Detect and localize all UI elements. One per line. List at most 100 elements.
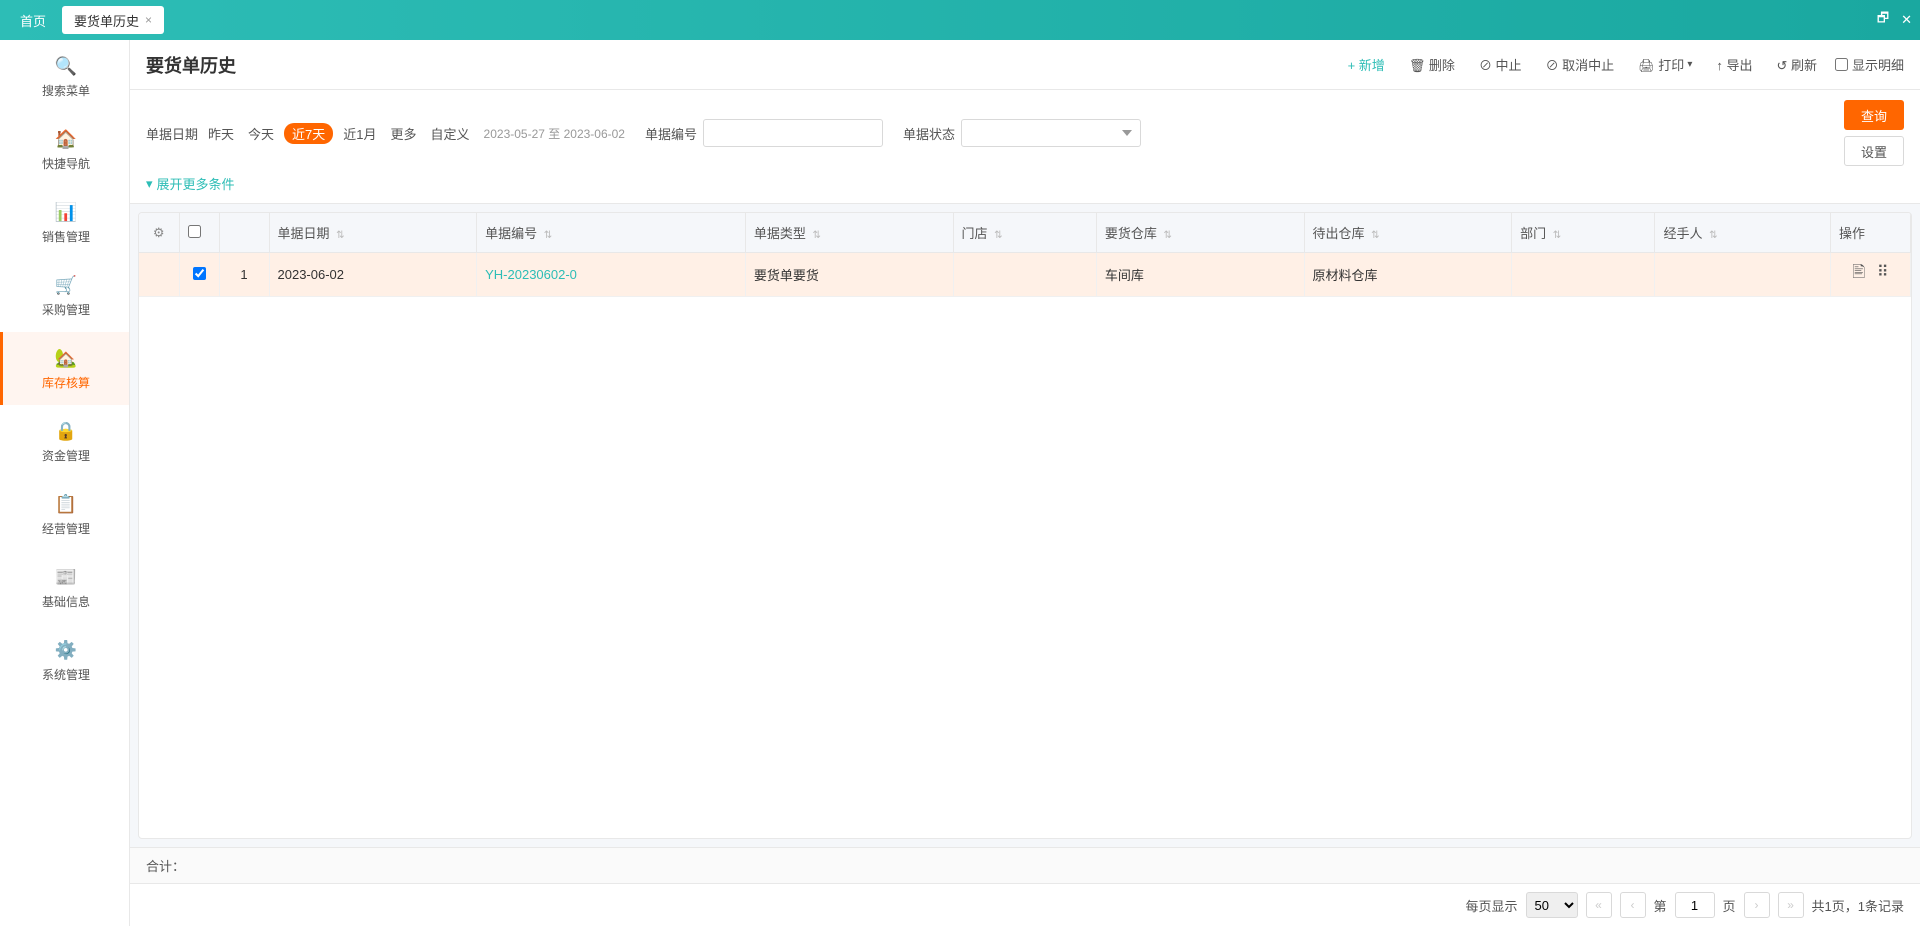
new-button[interactable]: + 新增 xyxy=(1342,51,1391,78)
filter-settings-button[interactable]: 设置 xyxy=(1844,136,1904,166)
date-shortcut-more[interactable]: 更多 xyxy=(387,123,421,144)
display-detail-checkbox[interactable] xyxy=(1835,58,1848,71)
query-button[interactable]: 查询 xyxy=(1844,100,1904,130)
row-view-icon[interactable]: 🖹 xyxy=(1848,262,1869,283)
delete-button[interactable]: 🗑 删除 xyxy=(1403,51,1461,78)
sort-bill-no-icon[interactable]: ⇅ xyxy=(544,230,552,241)
sidebar-item-sales[interactable]: 📊 销售管理 xyxy=(0,186,129,259)
operations-icon: 📋 xyxy=(54,492,78,516)
sort-date-icon[interactable]: ⇅ xyxy=(336,230,344,241)
sidebar-item-operations[interactable]: 📋 经营管理 xyxy=(0,478,129,551)
top-bar: 首页 要货单历史 × 🗗 ✕ xyxy=(0,0,1920,40)
inventory-icon: 🏡 xyxy=(54,346,78,370)
basic-icon: 📰 xyxy=(54,565,78,589)
tab-history-label: 要货单历史 xyxy=(74,11,139,30)
cell-handler xyxy=(1655,253,1831,297)
col-header-settings: ⚙ xyxy=(139,213,179,253)
page-title: 要货单历史 xyxy=(146,52,236,78)
tab-home[interactable]: 首页 xyxy=(8,6,58,34)
purchase-icon: 🛒 xyxy=(54,273,78,297)
status-select[interactable] xyxy=(961,119,1141,147)
home-icon: 🏠 xyxy=(54,127,78,151)
cell-num: 1 xyxy=(219,253,269,297)
sidebar-item-system-label: 系统管理 xyxy=(42,666,90,683)
sidebar-item-operations-label: 经营管理 xyxy=(42,520,90,537)
sort-department-icon[interactable]: ⇅ xyxy=(1553,230,1561,241)
cancel-stop-button[interactable]: ⊘ 取消中止 xyxy=(1540,51,1621,78)
col-header-pending-warehouse: 待出仓库 ⇅ xyxy=(1304,213,1512,253)
sidebar: 🔍 搜索菜单 🏠 快捷导航 📊 销售管理 🛒 采购管理 🏡 库存核算 🔒 资金管… xyxy=(0,40,130,926)
sidebar-item-quick-nav[interactable]: 🏠 快捷导航 xyxy=(0,113,129,186)
date-shortcut-today[interactable]: 今天 xyxy=(244,123,278,144)
date-shortcut-yesterday[interactable]: 昨天 xyxy=(204,123,238,144)
sidebar-item-inventory[interactable]: 🏡 库存核算 xyxy=(0,332,129,405)
sort-store-icon[interactable]: ⇅ xyxy=(994,230,1002,241)
sidebar-item-basic[interactable]: 📰 基础信息 xyxy=(0,551,129,624)
prev-page-button[interactable]: ‹ xyxy=(1620,892,1646,918)
cell-bill-type: 要货单要货 xyxy=(745,253,953,297)
delete-button-label: 🗑 删除 xyxy=(1409,55,1455,74)
sort-req-warehouse-icon[interactable]: ⇅ xyxy=(1164,230,1172,241)
sort-pending-warehouse-icon[interactable]: ⇅ xyxy=(1371,230,1379,241)
display-detail-toggle[interactable]: 显示明细 xyxy=(1835,55,1904,74)
pagination-bar: 每页显示 20 50 100 200 « ‹ 第 页 › » 共1页，1条记录 xyxy=(130,883,1920,926)
row-checkbox[interactable] xyxy=(193,267,206,280)
next-page-button[interactable]: › xyxy=(1744,892,1770,918)
settings-gear-icon[interactable]: ⚙ xyxy=(153,225,165,241)
sidebar-item-inventory-label: 库存核算 xyxy=(42,374,90,391)
sidebar-item-basic-label: 基础信息 xyxy=(42,593,90,610)
stop-button[interactable]: ⊘ 中止 xyxy=(1473,51,1528,78)
page-input[interactable] xyxy=(1675,892,1715,918)
first-page-button[interactable]: « xyxy=(1586,892,1612,918)
sidebar-item-search[interactable]: 🔍 搜索菜单 xyxy=(0,40,129,113)
col-header-bill-type: 单据类型 ⇅ xyxy=(745,213,953,253)
cell-check xyxy=(179,253,219,297)
sales-icon: 📊 xyxy=(54,200,78,224)
filter-status: 单据状态 xyxy=(903,119,1141,147)
refresh-button-label: ↺ 刷新 xyxy=(1776,55,1817,74)
sidebar-item-finance[interactable]: 🔒 资金管理 xyxy=(0,405,129,478)
date-shortcut-custom[interactable]: 自定义 xyxy=(427,123,474,144)
sidebar-item-finance-label: 资金管理 xyxy=(42,447,90,464)
cell-department xyxy=(1512,253,1655,297)
sidebar-item-purchase[interactable]: 🛒 采购管理 xyxy=(0,259,129,332)
print-button[interactable]: 🖨 打印 ▾ xyxy=(1632,51,1698,78)
date-shortcut-1month[interactable]: 近1月 xyxy=(339,123,380,144)
data-table: ⚙ 单据日期 ⇅ 单据编号 ⇅ xyxy=(139,213,1911,297)
row-more-icon[interactable]: ⠿ xyxy=(1873,262,1893,283)
bill-no-link[interactable]: YH-20230602-0 xyxy=(485,267,577,282)
page-header: 要货单历史 + 新增 🗑 删除 ⊘ 中止 ⊘ 取消中止 🖨 打印 ▾ xyxy=(130,40,1920,90)
cell-store xyxy=(953,253,1096,297)
print-button-label: 🖨 打印 xyxy=(1638,55,1684,74)
sidebar-item-system[interactable]: ⚙️ 系统管理 xyxy=(0,624,129,697)
per-page-label: 每页显示 xyxy=(1465,896,1517,915)
cell-pending-warehouse: 原材料仓库 xyxy=(1304,253,1512,297)
main-layout: 🔍 搜索菜单 🏠 快捷导航 📊 销售管理 🛒 采购管理 🏡 库存核算 🔒 资金管… xyxy=(0,40,1920,926)
restore-icon[interactable]: 🗗 xyxy=(1877,9,1889,31)
refresh-button[interactable]: ↺ 刷新 xyxy=(1770,51,1823,78)
table-area: ⚙ 单据日期 ⇅ 单据编号 ⇅ xyxy=(138,212,1912,839)
sort-bill-type-icon[interactable]: ⇅ xyxy=(813,230,821,241)
per-page-select[interactable]: 20 50 100 200 xyxy=(1526,892,1578,918)
export-button[interactable]: ↑ 导出 xyxy=(1710,51,1758,78)
export-button-label: ↑ 导出 xyxy=(1716,55,1752,74)
expand-more-label: 展开更多条件 xyxy=(157,174,235,193)
close-icon[interactable]: ✕ xyxy=(1901,12,1912,28)
expand-more-button[interactable]: ▾ 展开更多条件 xyxy=(146,174,1904,193)
filter-bill-no: 单据编号 xyxy=(645,119,883,147)
search-icon: 🔍 xyxy=(54,54,78,78)
content-area: 要货单历史 + 新增 🗑 删除 ⊘ 中止 ⊘ 取消中止 🖨 打印 ▾ xyxy=(130,40,1920,926)
bill-no-input[interactable] xyxy=(703,119,883,147)
col-header-handler: 经手人 ⇅ xyxy=(1655,213,1831,253)
page-suffix: 页 xyxy=(1723,896,1736,915)
date-shortcut-7days[interactable]: 近7天 xyxy=(284,123,333,144)
total-info: 共1页，1条记录 xyxy=(1812,896,1904,915)
sort-handler-icon[interactable]: ⇅ xyxy=(1709,230,1717,241)
last-page-button[interactable]: » xyxy=(1778,892,1804,918)
tab-history-close[interactable]: × xyxy=(145,13,152,27)
select-all-checkbox[interactable] xyxy=(188,225,201,238)
tab-history[interactable]: 要货单历史 × xyxy=(62,6,164,34)
chevron-down-icon: ▾ xyxy=(146,176,153,192)
cell-req-warehouse: 车间库 xyxy=(1096,253,1304,297)
col-header-bill-no: 单据编号 ⇅ xyxy=(477,213,746,253)
